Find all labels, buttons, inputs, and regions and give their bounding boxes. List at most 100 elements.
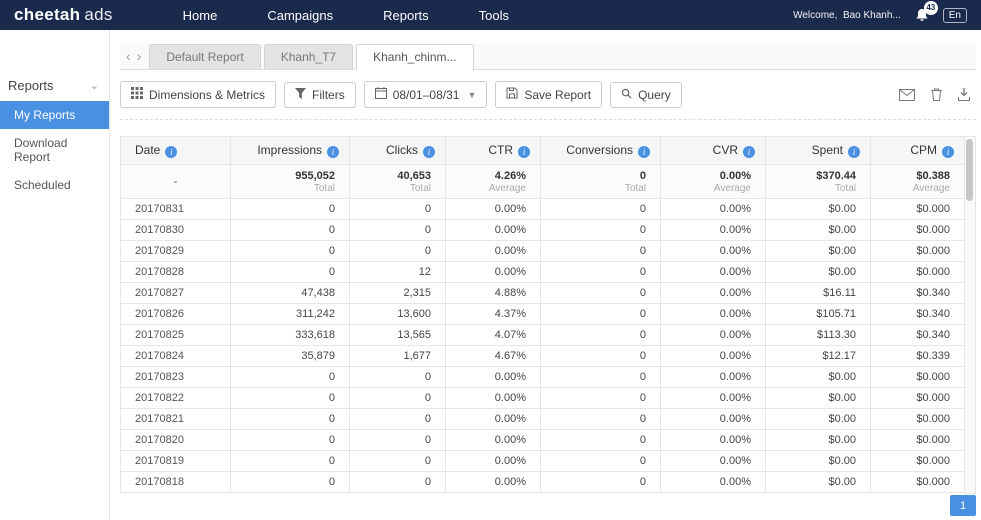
brand-logo[interactable]: cheetah ads — [14, 5, 113, 25]
save-report-label: Save Report — [524, 87, 592, 102]
info-icon[interactable]: i — [848, 146, 860, 158]
value-cell: $0.340 — [870, 324, 965, 346]
sidebar-section-reports[interactable]: Reports ⌄ — [0, 72, 109, 101]
column-header-cvr: CVR i — [660, 136, 766, 165]
search-icon — [621, 88, 632, 102]
top-navbar: cheetah ads Home Campaigns Reports Tools … — [0, 0, 981, 30]
value-cell: 0 — [349, 387, 446, 409]
tab-khanh-t7[interactable]: Khanh_T7 — [263, 44, 354, 69]
notifications-button[interactable]: 43 — [915, 0, 938, 25]
query-button[interactable]: Query — [610, 81, 682, 108]
value-cell: 4.67% — [445, 345, 541, 367]
table-row: 20170828 0 12 0.00% 0 0.00% $0.00 $0.000 — [120, 261, 965, 283]
nav-item-reports[interactable]: Reports — [383, 8, 429, 23]
info-icon[interactable]: i — [327, 146, 339, 158]
trash-icon[interactable] — [931, 88, 942, 101]
save-report-button[interactable]: Save Report — [495, 81, 603, 108]
report-table: Date i Impressions i Clicks i CTR i Conversions i… — [120, 136, 965, 493]
date-cell: 20170819 — [120, 450, 231, 472]
table-row: 20170822 0 0 0.00% 0 0.00% $0.00 $0.000 — [120, 387, 965, 409]
info-icon[interactable]: i — [638, 146, 650, 158]
value-cell: $0.340 — [870, 303, 965, 325]
grid-icon — [131, 87, 143, 102]
info-icon[interactable]: i — [165, 146, 178, 158]
value-cell: $0.340 — [870, 282, 965, 304]
info-icon[interactable]: i — [423, 146, 435, 158]
value-cell: 13,600 — [349, 303, 446, 325]
language-selector[interactable]: En — [942, 7, 967, 23]
value-cell: $113.30 — [765, 324, 871, 346]
column-label: Spent — [811, 143, 843, 157]
date-range-picker[interactable]: 08/01–08/31 ▼ — [363, 81, 488, 108]
download-icon[interactable] — [958, 88, 970, 101]
calendar-icon — [374, 87, 387, 102]
value-cell: 0.00% — [660, 387, 766, 409]
table-scrollbar[interactable] — [965, 136, 976, 494]
date-cell: 20170821 — [120, 408, 231, 430]
totals-cell: 40,653 Total — [349, 164, 446, 199]
totals-cell: $0.388 Average — [870, 164, 965, 199]
value-cell: $0.00 — [765, 198, 871, 220]
totals-value: 955,052 — [295, 170, 335, 182]
scrollbar-thumb[interactable] — [966, 139, 973, 201]
info-icon[interactable]: i — [743, 146, 755, 158]
value-cell: 0.00% — [445, 219, 541, 241]
value-cell: $0.00 — [765, 408, 871, 430]
totals-value: 0 — [639, 170, 646, 182]
sidebar-item-my-reports[interactable]: My Reports — [0, 101, 109, 129]
nav-item-home[interactable]: Home — [183, 8, 218, 23]
value-cell: 0.00% — [445, 261, 541, 283]
table-row: 20170825 333,618 13,565 4.07% 0 0.00% $113.30 $… — [120, 324, 965, 346]
username[interactable]: Bao Khanh... — [843, 10, 901, 21]
value-cell: 0.00% — [445, 408, 541, 430]
dimensions-metrics-button[interactable]: Dimensions & Metrics — [120, 81, 277, 108]
filters-label: Filters — [312, 87, 345, 102]
value-cell: $0.000 — [870, 387, 965, 409]
date-cell: 20170831 — [120, 198, 231, 220]
value-cell: 0 — [349, 198, 446, 220]
tab-khanh-chinm[interactable]: Khanh_chinm... — [356, 44, 474, 70]
value-cell: $0.000 — [870, 366, 965, 388]
table-row: 20170829 0 0 0.00% 0 0.00% $0.00 $0.000 — [120, 240, 965, 262]
table-header-row: Date i Impressions i Clicks i CTR i Conversions i… — [120, 136, 965, 165]
value-cell: 0.00% — [660, 261, 766, 283]
value-cell: 0 — [349, 240, 446, 262]
value-cell: 0.00% — [660, 240, 766, 262]
filters-button[interactable]: Filters — [284, 81, 356, 108]
sidebar-item-scheduled[interactable]: Scheduled — [0, 171, 109, 199]
report-table-wrap: Date i Impressions i Clicks i CTR i Conversions i… — [120, 136, 976, 494]
value-cell: 0 — [540, 261, 661, 283]
column-label: Clicks — [386, 143, 418, 157]
date-cell: 20170822 — [120, 387, 231, 409]
totals-sublabel: Total — [313, 183, 335, 194]
info-icon[interactable]: i — [942, 146, 954, 158]
value-cell: 0 — [230, 240, 350, 262]
value-cell: 333,618 — [230, 324, 350, 346]
value-cell: 4.07% — [445, 324, 541, 346]
date-cell: 20170818 — [120, 471, 231, 493]
email-icon[interactable] — [899, 88, 915, 101]
value-cell: $0.000 — [870, 219, 965, 241]
sidebar: Reports ⌄ My Reports Download Report Sch… — [0, 30, 110, 520]
value-cell: 0.00% — [445, 387, 541, 409]
totals-cell: 0.00% Average — [660, 164, 766, 199]
table-row: 20170824 35,879 1,677 4.67% 0 0.00% $12.17 $0.3… — [120, 345, 965, 367]
tab-default-report[interactable]: Default Report — [149, 44, 261, 69]
value-cell: 0 — [230, 198, 350, 220]
content-area: Reports ⌄ My Reports Download Report Sch… — [0, 30, 981, 520]
column-header-ctr: CTR i — [445, 136, 541, 165]
value-cell: $0.00 — [765, 366, 871, 388]
nav-item-tools[interactable]: Tools — [479, 8, 509, 23]
value-cell: 0.00% — [660, 345, 766, 367]
nav-item-campaigns[interactable]: Campaigns — [267, 8, 333, 23]
value-cell: 1,677 — [349, 345, 446, 367]
table-row: 20170823 0 0 0.00% 0 0.00% $0.00 $0.000 — [120, 366, 965, 388]
bell-icon — [915, 8, 929, 25]
value-cell: 0 — [540, 450, 661, 472]
tab-scroll-right-icon[interactable]: › — [137, 46, 142, 66]
tab-scroll-left-icon[interactable]: ‹ — [126, 46, 131, 66]
sidebar-item-download-report[interactable]: Download Report — [0, 129, 109, 171]
info-icon[interactable]: i — [518, 146, 530, 158]
column-header-conversions: Conversions i — [540, 136, 661, 165]
page-button-1[interactable]: 1 — [950, 495, 976, 516]
